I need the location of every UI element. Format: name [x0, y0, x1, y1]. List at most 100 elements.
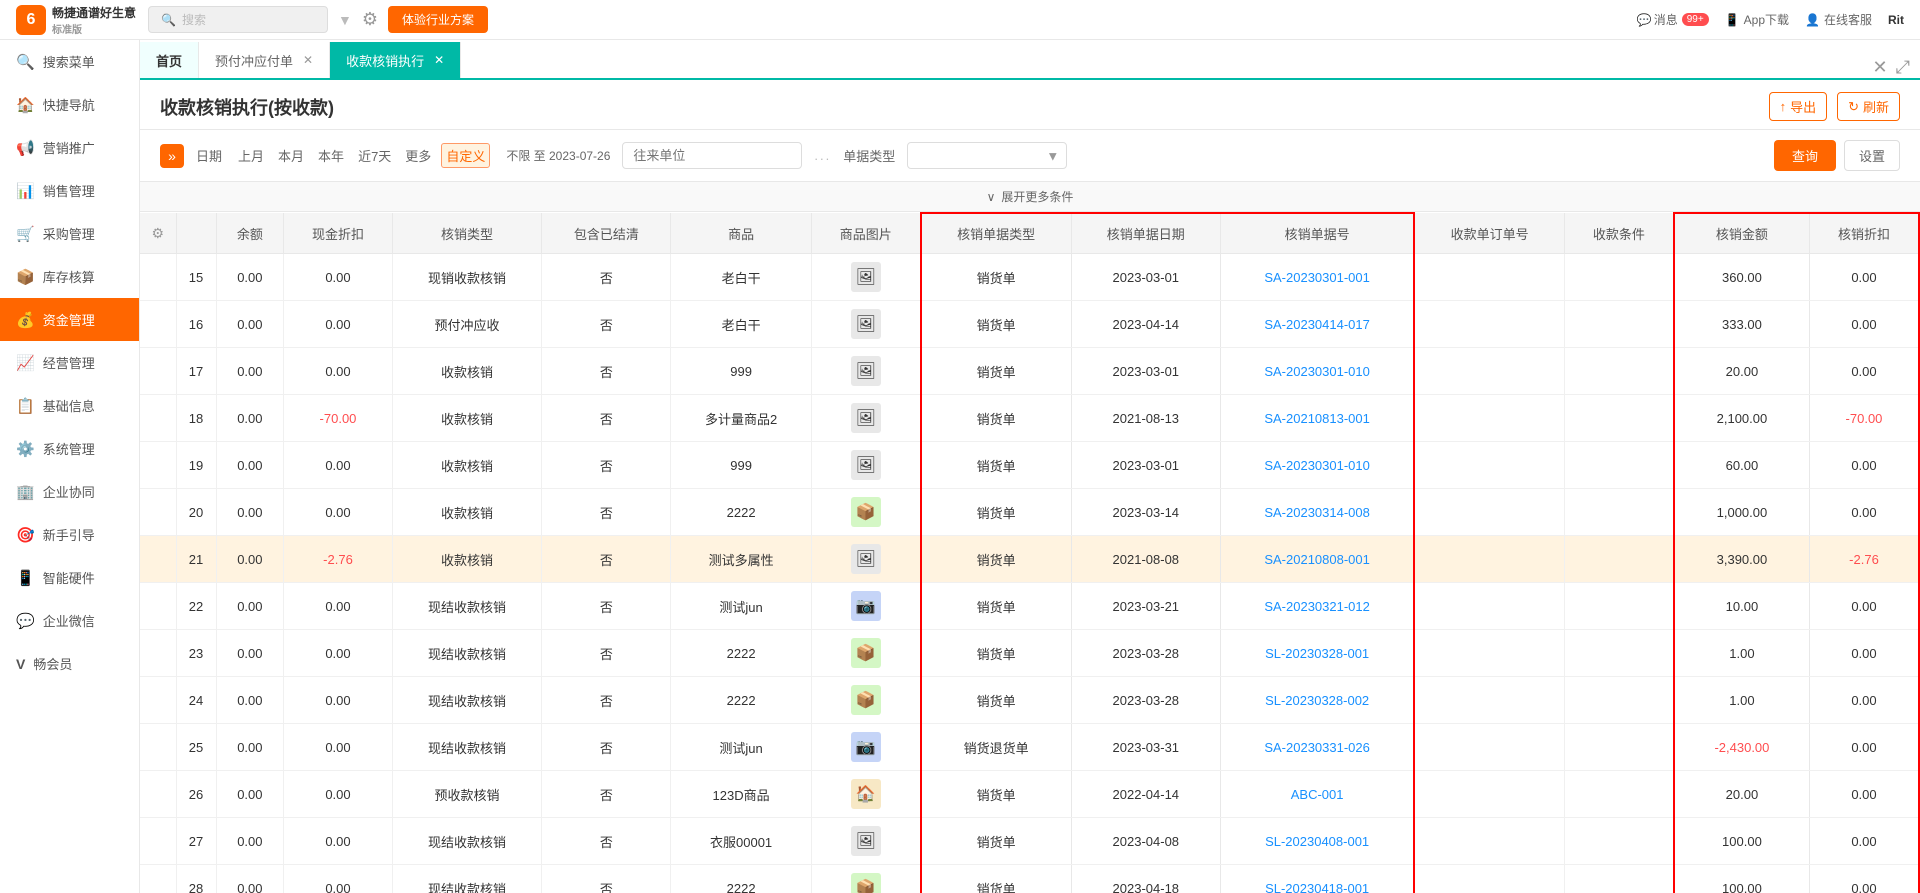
- messages-badge: 99+: [1682, 13, 1709, 26]
- sidebar-item-operation[interactable]: 📈 经营管理: [0, 341, 139, 384]
- header-actions: ↑ 导出 ↻ 刷新: [1769, 92, 1900, 121]
- cancel-no-link[interactable]: SL-20230408-001: [1265, 834, 1369, 849]
- table-row: 160.000.00预付冲应收否老白干🖼销货单2023-04-14SA-2023…: [140, 301, 1919, 348]
- th-gear[interactable]: ⚙: [140, 213, 176, 254]
- page-header: 收款核销执行(按收款) ↑ 导出 ↻ 刷新: [140, 80, 1920, 130]
- expand-filter-btn[interactable]: »: [160, 144, 184, 168]
- sidebar-item-basic[interactable]: 📋 基础信息: [0, 384, 139, 427]
- th-cancel-date: 核销单据日期: [1071, 213, 1221, 254]
- messages-btn[interactable]: 💬 消息 99+: [1637, 11, 1709, 28]
- sidebar-item-vip[interactable]: V 畅会员: [0, 642, 139, 685]
- sidebar-item-guide[interactable]: 🎯 新手引导: [0, 513, 139, 556]
- table-row: 230.000.00现结收款核销否2222📦销货单2023-03-28SL-20…: [140, 630, 1919, 677]
- export-btn[interactable]: ↑ 导出: [1769, 92, 1828, 121]
- filter-actions: 查询 设置: [1774, 140, 1900, 171]
- online-service-btn[interactable]: 👤 在线客服: [1805, 11, 1872, 28]
- cancel-no-link[interactable]: SA-20210808-001: [1264, 552, 1370, 567]
- th-receipt-order-no: 收款单订单号: [1414, 213, 1564, 254]
- voucher-type-label: 单据类型: [843, 146, 895, 165]
- sidebar-item-shortcut[interactable]: 🏠 快捷导航: [0, 83, 139, 126]
- gear-icon[interactable]: ⚙: [151, 225, 164, 241]
- inventory-icon: 📦: [16, 268, 35, 286]
- date-opt-7days[interactable]: 近7天: [354, 144, 395, 167]
- date-opt-custom[interactable]: 自定义: [441, 143, 490, 168]
- th-cancel-amount: 核销金额: [1674, 213, 1810, 254]
- sidebar-item-finance[interactable]: 💰 资金管理: [0, 298, 139, 341]
- table-container: ⚙ 余额 现金折扣 核销类型 包含已结清 商品 商品图片 核销单据类型 核销单据…: [140, 212, 1920, 893]
- setting-btn[interactable]: 设置: [1844, 140, 1900, 171]
- settings-icon[interactable]: ⚙: [362, 9, 378, 30]
- sidebar: 🔍 搜索菜单 🏠 快捷导航 📢 营销推广 📊 销售管理 🛒 采购管理 📦 库存核…: [0, 40, 140, 893]
- cancel-no-link[interactable]: SL-20230328-001: [1265, 646, 1369, 661]
- table-row: 170.000.00收款核销否999🖼销货单2023-03-01SA-20230…: [140, 348, 1919, 395]
- tab-prepay[interactable]: 预付冲应付单 ✕: [199, 42, 330, 78]
- top-search-box[interactable]: 🔍 搜索: [148, 6, 328, 33]
- content-area: 首页 预付冲应付单 ✕ 收款核销执行 ✕ ✕ ⤢ 收款核销执行(按收款): [140, 40, 1920, 893]
- filter-bar: » 日期 上月 本月 本年 近7天 更多 自定义 不限 至 2023-07-26…: [140, 130, 1920, 182]
- sidebar-item-sales[interactable]: 📊 销售管理: [0, 169, 139, 212]
- cancel-no-link[interactable]: SA-20230331-026: [1264, 740, 1370, 755]
- system-icon: ⚙️: [16, 440, 35, 458]
- cancel-no-link[interactable]: SA-20230301-010: [1264, 458, 1370, 473]
- th-product: 商品: [671, 213, 811, 254]
- search-icon: 🔍: [16, 53, 35, 71]
- app-name: 畅捷通谱好生意: [52, 4, 136, 21]
- voucher-type-select[interactable]: [907, 142, 1067, 169]
- expand-more-bar[interactable]: ∨ 展开更多条件: [140, 182, 1920, 212]
- cancel-no-link[interactable]: SA-20230301-010: [1264, 364, 1370, 379]
- cancel-no-link[interactable]: SL-20230418-001: [1265, 881, 1369, 893]
- th-cancel-discount: 核销折扣: [1809, 213, 1919, 254]
- filter-dots: ...: [814, 148, 831, 163]
- data-table: ⚙ 余额 现金折扣 核销类型 包含已结清 商品 商品图片 核销单据类型 核销单据…: [140, 212, 1920, 893]
- refresh-btn[interactable]: ↻ 刷新: [1837, 92, 1900, 121]
- sidebar-item-system[interactable]: ⚙️ 系统管理: [0, 427, 139, 470]
- tab-close-all-icon[interactable]: ✕: [1873, 57, 1888, 78]
- date-opt-this-year[interactable]: 本年: [314, 144, 348, 167]
- sidebar-item-marketing[interactable]: 📢 营销推广: [0, 126, 139, 169]
- tab-receipt[interactable]: 收款核销执行 ✕: [330, 42, 461, 78]
- tab-expand-icon[interactable]: ⤢: [1896, 57, 1910, 78]
- search-placeholder: 搜索: [182, 11, 206, 28]
- sidebar-item-hardware[interactable]: 📱 智能硬件: [0, 556, 139, 599]
- marketing-icon: 📢: [16, 139, 35, 157]
- cancel-no-link[interactable]: SA-20230414-017: [1264, 317, 1370, 332]
- sidebar-item-search[interactable]: 🔍 搜索菜单: [0, 40, 139, 83]
- top-bar-center: 🔍 搜索 ▼ ⚙ 体验行业方案: [148, 6, 1625, 33]
- cancel-no-link[interactable]: SA-20230314-008: [1264, 505, 1370, 520]
- sidebar-item-enterprise[interactable]: 🏢 企业协同: [0, 470, 139, 513]
- finance-icon: 💰: [16, 311, 35, 329]
- cancel-no-link[interactable]: SA-20230301-001: [1264, 270, 1370, 285]
- date-opt-this-month[interactable]: 本月: [274, 144, 308, 167]
- sales-icon: 📊: [16, 182, 35, 200]
- date-label: 日期: [196, 146, 222, 165]
- tab-prepay-close[interactable]: ✕: [303, 53, 313, 67]
- cancel-no-link[interactable]: SL-20230328-002: [1265, 693, 1369, 708]
- date-range-text: 不限 至 2023-07-26: [506, 147, 610, 164]
- table-row: 190.000.00收款核销否999🖼销货单2023-03-01SA-20230…: [140, 442, 1919, 489]
- app-download-btn[interactable]: 📱 App下载: [1725, 11, 1789, 28]
- dropdown-icon[interactable]: ▼: [338, 12, 352, 28]
- cancel-no-link[interactable]: SA-20210813-001: [1264, 411, 1370, 426]
- trading-unit-input[interactable]: [622, 142, 802, 169]
- date-opt-more[interactable]: 更多: [401, 144, 435, 167]
- cancel-no-link[interactable]: SA-20230321-012: [1264, 599, 1370, 614]
- table-row: 180.00-70.00收款核销否多计量商品2🖼销货单2021-08-13SA-…: [140, 395, 1919, 442]
- tab-home[interactable]: 首页: [140, 42, 199, 78]
- user-avatar[interactable]: Rit: [1888, 13, 1904, 27]
- th-seq: [176, 213, 216, 254]
- tab-receipt-close[interactable]: ✕: [434, 53, 444, 67]
- tab-bar-right: ✕ ⤢: [1873, 57, 1920, 78]
- cancel-no-link[interactable]: ABC-001: [1291, 787, 1344, 802]
- date-opt-last-month[interactable]: 上月: [234, 144, 268, 167]
- table-header-row: ⚙ 余额 现金折扣 核销类型 包含已结清 商品 商品图片 核销单据类型 核销单据…: [140, 213, 1919, 254]
- industry-solution-btn[interactable]: 体验行业方案: [388, 6, 488, 33]
- sidebar-item-wechat[interactable]: 💬 企业微信: [0, 599, 139, 642]
- operation-icon: 📈: [16, 354, 35, 372]
- query-btn[interactable]: 查询: [1774, 140, 1836, 171]
- voucher-type-select-wrapper: ▼: [907, 142, 1067, 169]
- th-product-img: 商品图片: [811, 213, 920, 254]
- sidebar-item-purchase[interactable]: 🛒 采购管理: [0, 212, 139, 255]
- sidebar-item-inventory[interactable]: 📦 库存核算: [0, 255, 139, 298]
- th-cancel-voucher-type: 核销单据类型: [921, 213, 1071, 254]
- th-cancel-no: 核销单据号: [1221, 213, 1415, 254]
